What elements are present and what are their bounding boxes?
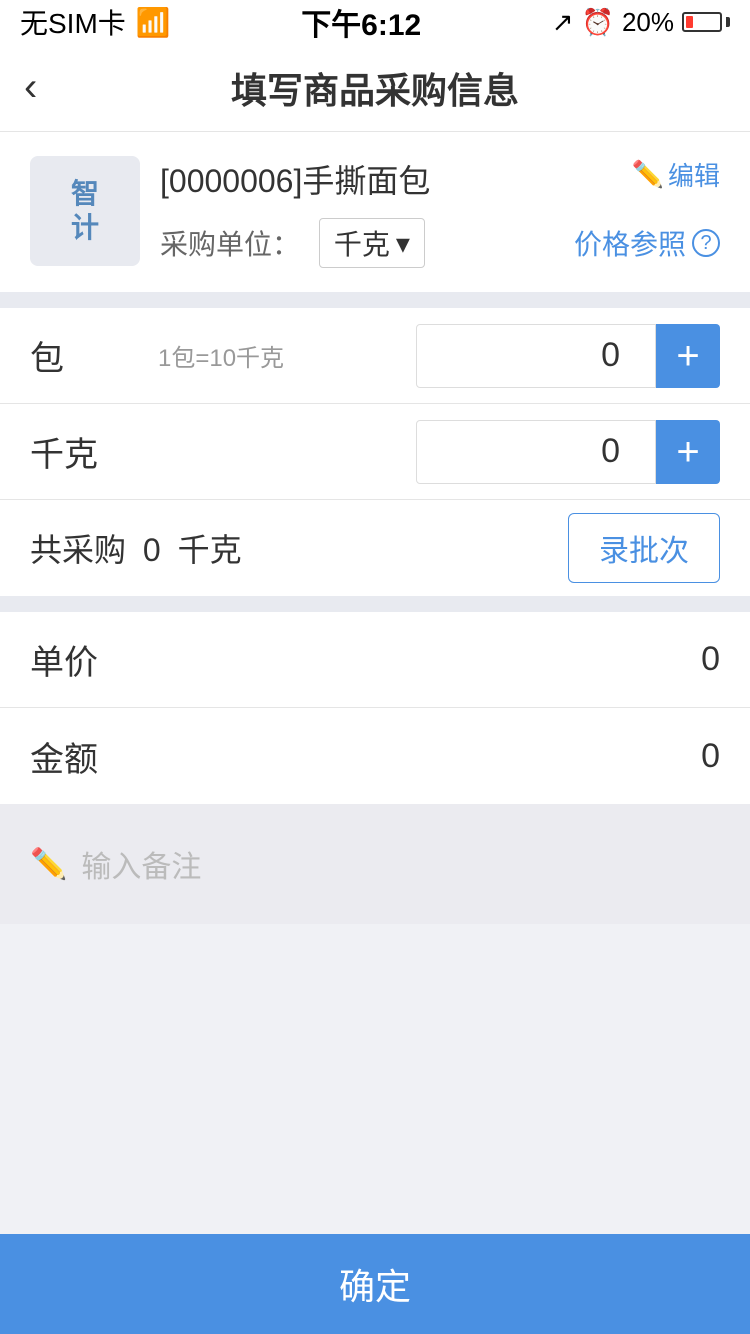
edit-icon: ✏️ bbox=[632, 159, 664, 190]
amount-value: 0 bbox=[701, 737, 720, 776]
product-name: [0000006]手撕面包 bbox=[160, 156, 430, 202]
wifi-icon: 📶 bbox=[136, 6, 171, 39]
amount-row: 金额 0 bbox=[0, 708, 750, 804]
section-divider-2 bbox=[0, 596, 750, 612]
kg-field-wrapper: + bbox=[150, 420, 720, 484]
location-icon: ↗ bbox=[552, 7, 574, 38]
price-ref-label: 价格参照 bbox=[574, 223, 686, 263]
status-left: 无SIM卡 📶 bbox=[20, 2, 171, 42]
status-right: ↗ ⏰ 20% bbox=[552, 7, 730, 38]
unit-price-value: 0 bbox=[701, 640, 720, 679]
summary-row: 共采购 0 千克 录批次 bbox=[0, 500, 750, 596]
bag-input[interactable] bbox=[416, 324, 656, 388]
edit-label: 编辑 bbox=[668, 156, 720, 193]
confirm-bar[interactable]: 确定 bbox=[0, 1234, 750, 1334]
battery-percent: 20% bbox=[622, 7, 674, 38]
battery-icon bbox=[682, 12, 730, 32]
status-time: 下午6:12 bbox=[301, 0, 421, 44]
carrier-label: 无SIM卡 bbox=[20, 2, 126, 42]
bag-input-row: 包 1包=10千克 + bbox=[0, 308, 750, 404]
summary-amount: 0 bbox=[143, 532, 161, 568]
nav-bar: ‹ 填写商品采购信息 bbox=[0, 44, 750, 132]
back-button[interactable]: ‹ bbox=[24, 65, 37, 110]
product-info: [0000006]手撕面包 ✏️ 编辑 采购单位： 千克 ▾ 价格参照 ? bbox=[160, 156, 720, 268]
edit-button[interactable]: ✏️ 编辑 bbox=[632, 156, 720, 193]
unit-value: 千克 bbox=[334, 223, 390, 263]
chevron-down-icon: ▾ bbox=[396, 227, 410, 260]
summary-unit: 千克 bbox=[178, 532, 242, 568]
price-reference-button[interactable]: 价格参照 ? bbox=[574, 223, 720, 263]
kg-input-row: 千克 + bbox=[0, 404, 750, 500]
price-section: 单价 0 金额 0 bbox=[0, 612, 750, 804]
unit-dropdown[interactable]: 千克 ▾ bbox=[319, 218, 425, 268]
bag-field-wrapper: + bbox=[284, 324, 720, 388]
quantity-input-section: 包 1包=10千克 + 千克 + bbox=[0, 308, 750, 500]
pencil-icon: ✏️ bbox=[30, 847, 67, 882]
bag-plus-button[interactable]: + bbox=[656, 324, 720, 388]
kg-plus-button[interactable]: + bbox=[656, 420, 720, 484]
kg-label: 千克 bbox=[30, 427, 150, 476]
product-logo: 智 计 bbox=[71, 177, 99, 244]
summary-prefix: 共采购 bbox=[30, 532, 126, 568]
note-section[interactable]: ✏️ 输入备注 bbox=[0, 804, 750, 924]
help-icon: ? bbox=[692, 229, 720, 257]
section-divider-1 bbox=[0, 292, 750, 308]
content-body bbox=[0, 924, 750, 1284]
product-card: 智 计 [0000006]手撕面包 ✏️ 编辑 采购单位： 千克 ▾ 价格参照 bbox=[0, 132, 750, 292]
product-thumbnail: 智 计 bbox=[30, 156, 140, 266]
alarm-icon: ⏰ bbox=[582, 7, 614, 38]
product-unit-row: 采购单位： 千克 ▾ 价格参照 ? bbox=[160, 218, 720, 268]
status-bar: 无SIM卡 📶 下午6:12 ↗ ⏰ 20% bbox=[0, 0, 750, 44]
bag-sub-label: 1包=10千克 bbox=[158, 338, 284, 373]
unit-prefix: 采购单位： bbox=[160, 229, 300, 260]
confirm-label: 确定 bbox=[339, 1258, 411, 1310]
product-name-row: [0000006]手撕面包 ✏️ 编辑 bbox=[160, 156, 720, 202]
unit-price-row: 单价 0 bbox=[0, 612, 750, 708]
note-placeholder: 输入备注 bbox=[81, 842, 201, 886]
bag-label: 包 bbox=[30, 331, 150, 380]
unit-selector: 采购单位： 千克 ▾ bbox=[160, 218, 425, 268]
unit-price-label: 单价 bbox=[30, 635, 98, 684]
page-title: 填写商品采购信息 bbox=[231, 62, 519, 114]
kg-input[interactable] bbox=[416, 420, 656, 484]
summary-text: 共采购 0 千克 bbox=[30, 525, 242, 571]
batch-button[interactable]: 录批次 bbox=[568, 513, 720, 583]
amount-label: 金额 bbox=[30, 732, 98, 781]
